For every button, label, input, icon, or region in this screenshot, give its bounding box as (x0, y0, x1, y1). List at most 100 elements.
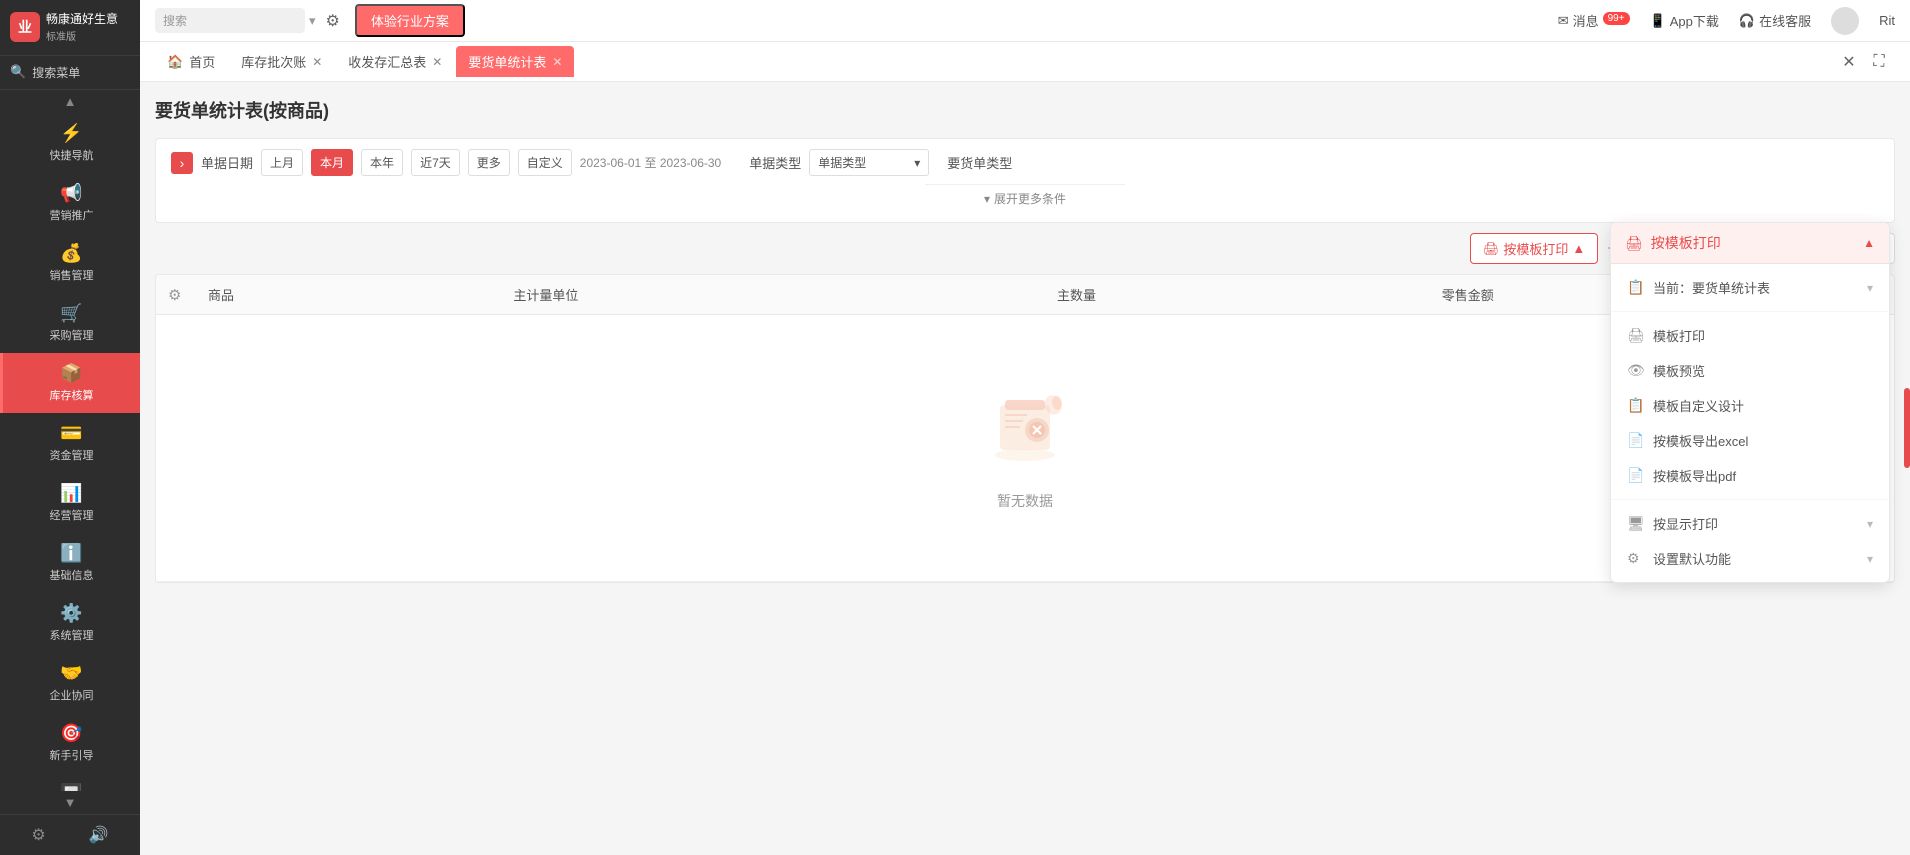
headset-icon: 🎧 (1739, 13, 1755, 29)
app-download-btn[interactable]: 📱 App下载 (1650, 11, 1719, 30)
system-icon: ⚙️ (60, 603, 82, 624)
tab-receipt-summary[interactable]: 收发存汇总表 ✕ (336, 46, 454, 77)
window-expand-btn[interactable]: ⛶ (1867, 50, 1891, 74)
tab-order-stats-label: 要货单统计表 (468, 52, 546, 71)
messages-badge: 99+ (1603, 12, 1630, 25)
scroll-up-btn[interactable]: ▲ (0, 90, 140, 113)
sidebar-item-marketing[interactable]: 📢 营销推广 (0, 173, 140, 233)
dropdown-main-section: 🖨 模板打印 👁 模板预览 📋 模板自定义设计 📄 按模板导出excel 📄 (1611, 312, 1889, 500)
template-print-icon: 🖨 (1627, 327, 1643, 344)
scroll-down-btn[interactable]: ▼ (0, 791, 140, 814)
purchase-label: 采购管理 (50, 327, 94, 343)
sidebar-item-purchase[interactable]: 🛒 采购管理 (0, 293, 140, 353)
user-avatar[interactable] (1831, 7, 1859, 35)
template-print-label: 按模板打印 (1503, 239, 1568, 258)
date-more-btn[interactable]: 更多 (468, 149, 510, 176)
sidebar-item-sales[interactable]: 💰 销售管理 (0, 233, 140, 293)
template-print-btn[interactable]: 🖨 按模板打印 ▲ (1470, 233, 1598, 264)
dropdown-bottom-section: 🖥 按显示打印 ▾ ⚙ 设置默认功能 ▾ (1611, 500, 1889, 582)
doc-type-label: 单据类型 (749, 153, 801, 172)
template-print-arrow: ▲ (1572, 241, 1585, 256)
dropdown-template-design[interactable]: 📋 模板自定义设计 (1611, 388, 1889, 423)
tab-home-label: 首页 (189, 52, 215, 71)
online-service-btn[interactable]: 🎧 在线客服 (1739, 11, 1811, 30)
basic-label: 基础信息 (50, 567, 94, 583)
date-custom-btn[interactable]: 自定义 (518, 149, 572, 176)
purchase-icon: 🛒 (60, 303, 82, 324)
tab-inventory-batch-close[interactable]: ✕ (312, 55, 322, 69)
app-download-label: App下载 (1670, 11, 1719, 30)
tab-home[interactable]: 🏠 首页 (155, 46, 227, 77)
dropdown-current-label: 当前：要货单统计表 (1653, 278, 1770, 297)
topbar-settings-icon[interactable]: ⚙ (326, 11, 340, 31)
sidebar-item-beginner[interactable]: 🎯 新手引导 (0, 713, 140, 773)
message-icon: ✉ (1558, 13, 1569, 29)
dropdown-export-excel[interactable]: 📄 按模板导出excel (1611, 423, 1889, 458)
home-icon: 🏠 (167, 54, 183, 70)
current-item-arrow: ▾ (1867, 281, 1873, 295)
sidebar-item-apps[interactable]: 🔲 应用中心 (0, 773, 140, 791)
set-default-left: ⚙ 设置默认功能 (1627, 549, 1731, 568)
sidebar-search[interactable]: 🔍 搜索菜单 (0, 56, 140, 90)
empty-illustration (985, 385, 1065, 479)
sidebar-item-inventory[interactable]: 📦 库存核算 (0, 353, 140, 413)
date-prev-month-btn[interactable]: 上月 (261, 149, 303, 176)
date-current-month-btn[interactable]: 本月 (311, 149, 353, 176)
tab-order-stats-close[interactable]: ✕ (552, 55, 562, 69)
template-print-dropdown: 🖨 按模板打印 ▲ 📋 当前：要货单统计表 ▾ 🖨 模板打印 (1610, 222, 1890, 583)
display-print-icon: 🖥 (1627, 515, 1643, 532)
beginner-icon: 🎯 (60, 723, 82, 744)
sidebar-item-basic[interactable]: ℹ️ 基础信息 (0, 533, 140, 593)
dropdown-export-pdf-label: 按模板导出pdf (1653, 466, 1736, 485)
tab-order-stats[interactable]: 要货单统计表 ✕ (456, 46, 574, 77)
dropdown-collapse-arrow[interactable]: ▲ (1863, 236, 1875, 250)
column-settings-icon[interactable]: ⚙ (168, 287, 181, 304)
settings-bottom-icon[interactable]: ⚙ (31, 825, 45, 845)
logo-text-block: 畅康通好生意 标准版 (46, 12, 118, 43)
sales-label: 销售管理 (50, 267, 94, 283)
window-controls: ✕ ⛶ (1837, 50, 1895, 74)
dropdown-export-pdf[interactable]: 📄 按模板导出pdf (1611, 458, 1889, 493)
tab-inventory-batch[interactable]: 库存批次账 ✕ (229, 46, 334, 77)
dropdown-set-default[interactable]: ⚙ 设置默认功能 ▾ (1611, 541, 1889, 576)
tab-receipt-summary-close[interactable]: ✕ (432, 55, 442, 69)
filter-collapse-btn[interactable]: › (171, 152, 193, 174)
printer-icon: 🖨 (1483, 241, 1500, 257)
export-excel-icon: 📄 (1627, 432, 1643, 449)
sound-icon[interactable]: 🔊 (89, 825, 109, 845)
dropdown-header[interactable]: 🖨 按模板打印 ▲ (1611, 223, 1889, 264)
trial-btn[interactable]: 体验行业方案 (355, 4, 465, 37)
doc-type-value: 单据类型 (818, 154, 866, 171)
dropdown-set-default-label: 设置默认功能 (1653, 549, 1731, 568)
dropdown-current-item[interactable]: 📋 当前：要货单统计表 ▾ (1611, 270, 1889, 305)
page-area: 要货单统计表(按商品) › 单据日期 上月 本月 本年 近7天 更多 自定义 2… (140, 82, 1910, 855)
online-service-label: 在线客服 (1759, 11, 1811, 30)
dropdown-template-print[interactable]: 🖨 模板打印 (1611, 318, 1889, 353)
sidebar-item-operation[interactable]: 📊 经营管理 (0, 473, 140, 533)
quick-nav-icon: ⚡ (60, 123, 82, 144)
username-label: Rit (1879, 13, 1895, 28)
topbar-search[interactable]: 搜索 (155, 8, 305, 33)
messages-btn[interactable]: ✉ 消息 99+ (1558, 11, 1630, 30)
dropdown-template-preview[interactable]: 👁 模板预览 (1611, 353, 1889, 388)
date-last7days-btn[interactable]: 近7天 (411, 149, 460, 176)
sidebar-item-enterprise[interactable]: 🤝 企业协同 (0, 653, 140, 713)
date-label: 单据日期 (201, 153, 253, 172)
expand-more-btn[interactable]: ▾ 展开更多条件 (925, 184, 1125, 212)
doc-type-select[interactable]: 单据类型 ▾ (809, 149, 929, 176)
date-current-year-btn[interactable]: 本年 (361, 149, 403, 176)
mobile-icon: 📱 (1650, 13, 1666, 29)
inventory-label: 库存核算 (50, 387, 94, 403)
sidebar-item-quick-nav[interactable]: ⚡ 快捷导航 (0, 113, 140, 173)
window-close-btn[interactable]: ✕ (1837, 50, 1861, 74)
sidebar-item-system[interactable]: ⚙️ 系统管理 (0, 593, 140, 653)
topbar-dropdown-arrow[interactable]: ▾ (309, 13, 316, 29)
operation-label: 经营管理 (50, 507, 94, 523)
inventory-icon: 📦 (60, 363, 82, 384)
sidebar-item-finance[interactable]: 💳 资金管理 (0, 413, 140, 473)
cargo-type-label: 要货单类型 (947, 153, 1012, 172)
right-scrollbar[interactable] (1904, 388, 1910, 468)
sales-icon: 💰 (60, 243, 82, 264)
dropdown-display-print[interactable]: 🖥 按显示打印 ▾ (1611, 506, 1889, 541)
tab-receipt-summary-label: 收发存汇总表 (348, 52, 426, 71)
